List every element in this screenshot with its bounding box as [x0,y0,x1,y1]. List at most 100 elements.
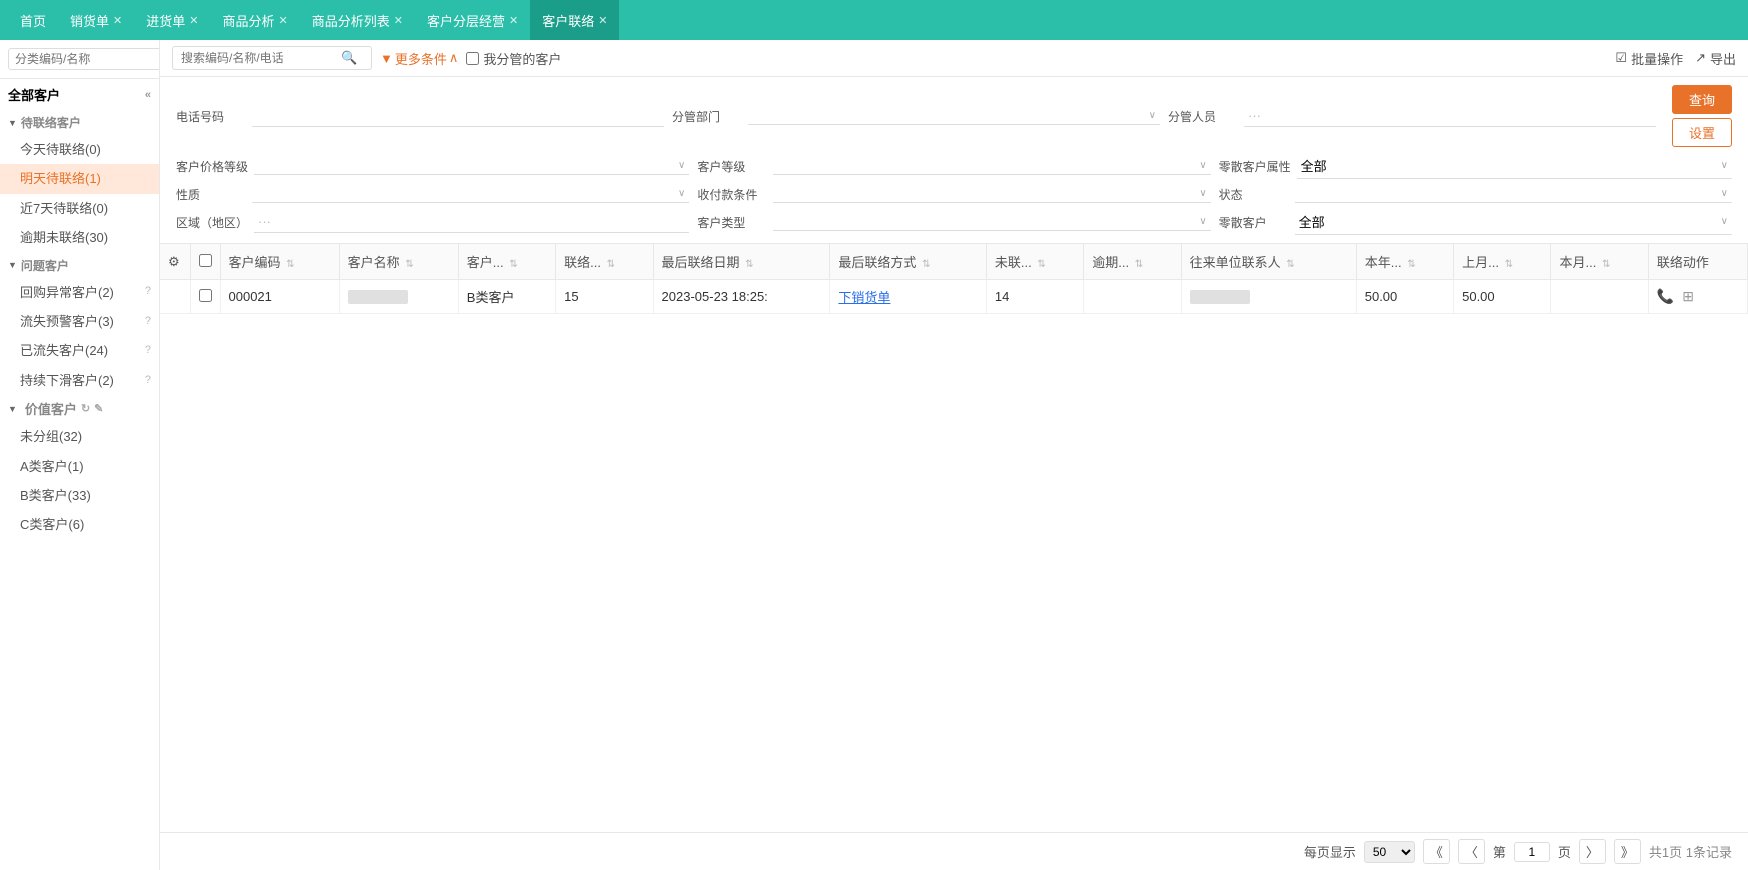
filter-price-level-select[interactable]: ∨ [254,157,689,175]
filter-status-select[interactable]: ∨ [1295,185,1732,203]
settings-btn[interactable]: 设置 [1672,118,1732,147]
uncontacted-sort-icon: ⇅ [1037,259,1045,270]
bulk-ops-icon: ☑ [1615,50,1627,66]
help-icon-declining: ? [145,371,151,391]
sidebar-item-class-a[interactable]: A类客户(1) [0,452,159,481]
bulk-ops-btn[interactable]: ☑ 批量操作 [1615,49,1683,68]
table-header-row: ⚙ 客户编码 ⇅ 客户名称 ⇅ [160,244,1748,280]
table-row: 000021 B类客户 15 2023-05-23 18:25: [160,280,1748,314]
th-last-month: 上月... ⇅ [1454,244,1551,280]
search-icon[interactable]: 🔍 [341,50,357,66]
top-nav: 首页 销货单 ✕ 进货单 ✕ 商品分析 ✕ 商品分析列表 ✕ 客户分层经营 ✕ … [0,0,1748,40]
nav-customer-tier-close[interactable]: ✕ [509,14,518,27]
help-icon-repurchase: ? [145,282,151,302]
query-btn[interactable]: 查询 [1672,85,1732,114]
filter-area: 区域（地区） ··· [176,211,689,233]
th-last-contact-method: 最后联络方式 ⇅ [830,244,986,280]
sidebar-search-input[interactable] [8,48,160,70]
nav-product-analysis[interactable]: 商品分析 ✕ [210,0,299,40]
td-last-contact-date: 2023-05-23 18:25: [653,280,830,314]
td-name [339,280,458,314]
filter-retail-attr-select[interactable]: 全部 ∨ [1297,153,1732,179]
customer-name-blurred [348,290,408,304]
filter-dept: 分管部门 ∨ [672,107,1160,125]
person-sort-icon: ⇅ [1286,259,1294,270]
sidebar-group-value: 价值客户 ↻ ✎ [0,395,159,422]
td-checkbox [190,280,220,314]
td-uncontacted: 14 [986,280,1083,314]
sidebar-collapse-icon[interactable]: « [145,89,151,101]
filter-area-select[interactable]: ··· [254,211,689,233]
action-grid-icon[interactable]: ⊞ [1682,288,1694,305]
sidebar-item-class-b[interactable]: B类客户(33) [0,481,159,510]
sidebar-item-tomorrow[interactable]: 明天待联络(1) [0,164,159,193]
last-page-btn[interactable]: 》 [1614,839,1641,864]
row-checkbox[interactable] [199,289,212,302]
nav-sales-order[interactable]: 销货单 ✕ [58,0,134,40]
top-right-btns: ☑ 批量操作 ↗ 导出 [1615,49,1736,68]
th-action: 联络动作 [1648,244,1747,280]
filter-customer-level-select[interactable]: ∨ [773,157,1210,175]
nav-product-analysis-list[interactable]: 商品分析列表 ✕ [300,0,415,40]
sidebar-group-problem: 问题客户 [0,253,159,278]
gear-icon[interactable]: ⚙ [168,254,180,269]
nav-home[interactable]: 首页 [8,0,58,40]
filter-person-wrap[interactable]: ··· [1244,105,1656,127]
customer-type-arrow-icon: ∨ [1199,216,1206,227]
td-this-year: 50.00 [1356,280,1453,314]
filter-gender: 性质 ∨ [176,185,689,203]
sidebar-item-churned[interactable]: 已流失客户(24) ? [0,336,159,365]
sidebar-item-ungrouped[interactable]: 未分组(32) [0,422,159,451]
dept-arrow-icon: ∨ [1149,110,1156,121]
search-input[interactable] [181,51,341,65]
nav-purchase-order-close[interactable]: ✕ [189,14,198,27]
action-icons: 📞 ⊞ [1657,288,1739,305]
page-number-input[interactable] [1514,842,1550,862]
select-all-checkbox[interactable] [199,254,212,267]
contact-sort-icon: ⇅ [607,259,615,270]
page-size-select[interactable]: 50 100 200 [1364,841,1415,863]
filter-payment-select[interactable]: ∨ [773,185,1210,203]
nav-customer-tier[interactable]: 客户分层经营 ✕ [415,0,530,40]
month-sort-icon: ⇅ [1602,259,1610,270]
nav-customer-contact-close[interactable]: ✕ [598,14,607,27]
sidebar-item-repurchase-abnormal[interactable]: 回购异常客户(2) ? [0,278,159,307]
more-filter-btn[interactable]: ▼ 更多条件 ∧ [380,49,458,68]
value-customer-refresh-icon[interactable]: ↻ [81,402,90,415]
last-contact-method-link[interactable]: 下销货单 [838,290,890,305]
filter-row-4: 区域（地区） ··· 客户类型 ∨ 零散客户 全部 ∨ [176,209,1732,235]
sidebar-all-customers[interactable]: 全部客户 « [0,79,159,110]
status-arrow-icon: ∨ [1721,188,1728,199]
th-checkbox [190,244,220,280]
sidebar-item-today[interactable]: 今天待联络(0) [0,135,159,164]
filter-icon: ▼ [380,51,393,66]
sidebar-item-churn-warning[interactable]: 流失预警客户(3) ? [0,307,159,336]
action-phone-icon[interactable]: 📞 [1657,288,1674,305]
nav-product-analysis-list-close[interactable]: ✕ [394,14,403,27]
td-code: 000021 [220,280,339,314]
nav-sales-order-close[interactable]: ✕ [113,14,122,27]
filter-person: 分管人员 ··· [1168,105,1656,127]
nav-customer-contact[interactable]: 客户联络 ✕ [530,0,619,40]
filter-gender-select[interactable]: ∨ [252,185,689,203]
contact-person-blurred [1190,290,1250,304]
first-page-btn[interactable]: 《 [1423,839,1450,864]
filter-retail-customer-select[interactable]: 全部 ∨ [1295,209,1732,235]
prev-page-btn[interactable]: 〈 [1458,839,1485,864]
sidebar-item-declining[interactable]: 持续下滑客户(2) ? [0,366,159,395]
payment-arrow-icon: ∨ [1199,188,1206,199]
export-btn[interactable]: ↗ 导出 [1695,49,1736,68]
help-icon-churn: ? [145,312,151,332]
sidebar-item-overdue[interactable]: 逾期未联络(30) [0,223,159,252]
my-customer-checkbox[interactable] [466,52,479,65]
next-page-btn[interactable]: 〉 [1579,839,1606,864]
filter-phone-input[interactable] [252,106,664,127]
nav-purchase-order[interactable]: 进货单 ✕ [134,0,210,40]
date-sort-icon: ⇅ [745,259,753,270]
nav-product-analysis-close[interactable]: ✕ [279,14,288,27]
filter-customer-type-select[interactable]: ∨ [773,213,1210,231]
sidebar-item-class-c[interactable]: C类客户(6) [0,510,159,539]
filter-dept-select[interactable]: ∨ [748,107,1160,125]
sidebar-item-7days[interactable]: 近7天待联络(0) [0,194,159,223]
value-customer-edit-icon[interactable]: ✎ [94,402,103,415]
